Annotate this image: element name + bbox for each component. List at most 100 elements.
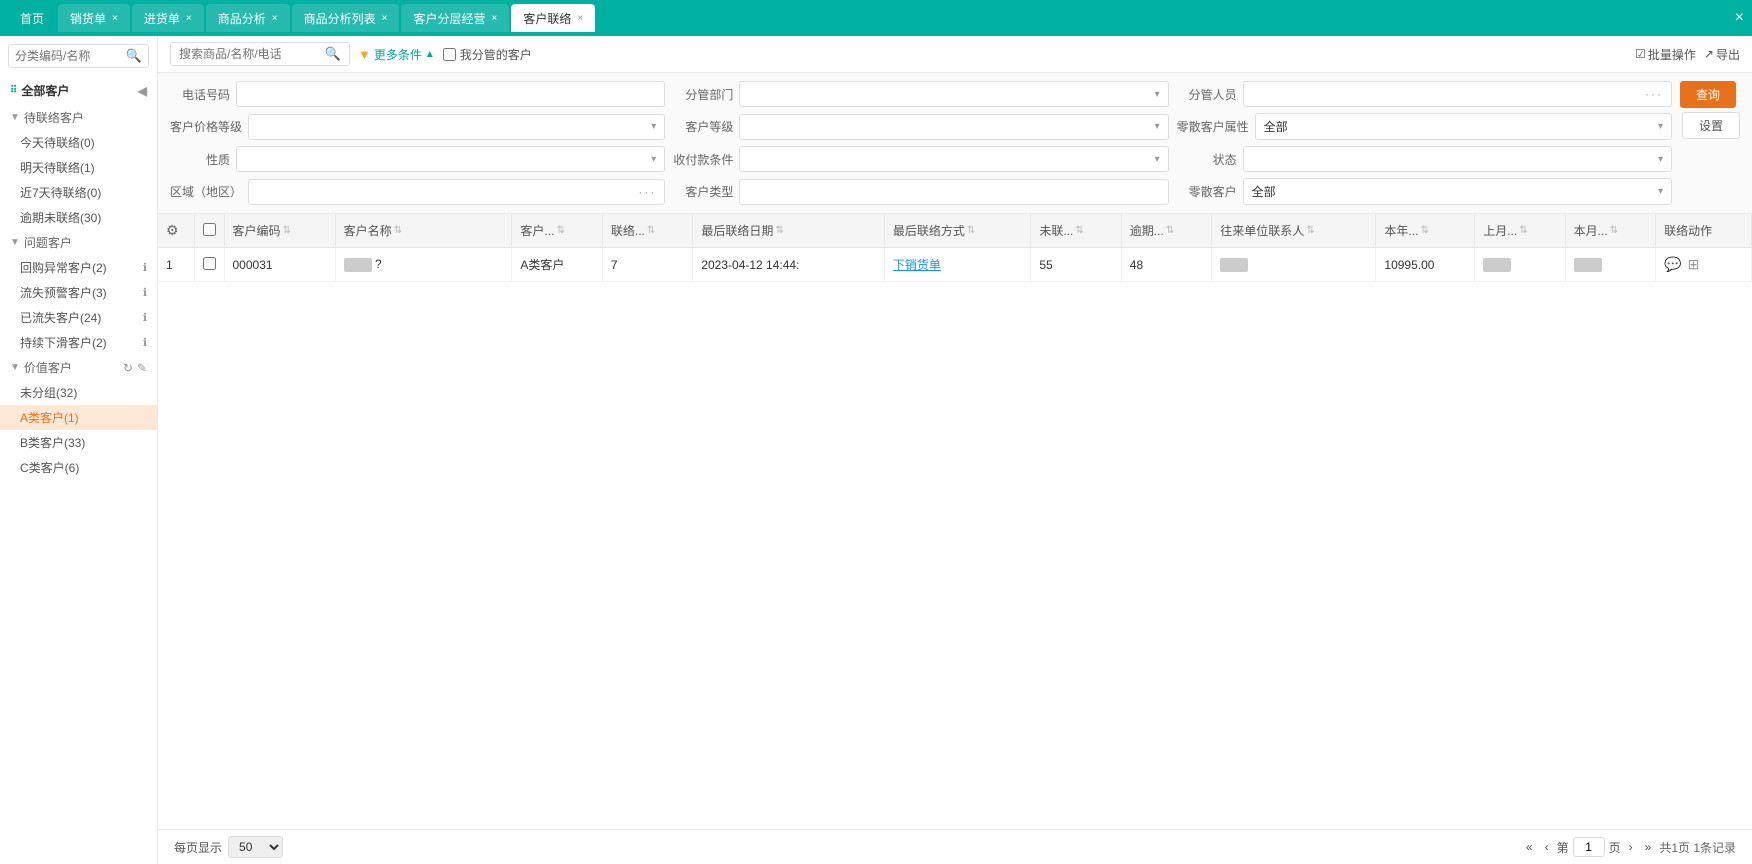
sort-icon[interactable]: ⇅	[556, 225, 564, 236]
edit-icon[interactable]: ✎	[137, 361, 147, 375]
sidebar-item-repurchase-anomaly[interactable]: 回购异常客户(2) ℹ	[0, 255, 157, 280]
payment-input[interactable]: ▾	[739, 146, 1168, 172]
sort-icon[interactable]: ⇅	[1420, 225, 1428, 236]
sidebar-item-declining[interactable]: 持续下滑客户(2) ℹ	[0, 330, 157, 355]
sidebar-item-overdue[interactable]: 逾期未联络(30)	[0, 205, 157, 230]
my-customers-filter[interactable]: 我分管的客户	[443, 46, 532, 63]
export-btn[interactable]: ↗ 导出	[1704, 46, 1740, 63]
retail-cust-input[interactable]: 全部 ▾	[1243, 178, 1672, 205]
sidebar-item-tomorrow[interactable]: 明天待联络(1)	[0, 155, 157, 180]
search-icon[interactable]: 🔍	[126, 48, 142, 64]
dept-input[interactable]: ▾	[739, 81, 1168, 107]
sidebar-section-value[interactable]: ▼ 价值客户 ↻ ✎	[0, 355, 157, 380]
nav-product-analysis-list[interactable]: 商品分析列表 ×	[292, 4, 400, 32]
sort-icon[interactable]: ⇅	[647, 225, 655, 236]
close-icon[interactable]: ×	[577, 13, 583, 24]
nav-sales-order[interactable]: 销货单 ×	[58, 4, 130, 32]
col-action: 联络动作	[1656, 214, 1752, 248]
section-pending-label: 待联络客户	[24, 109, 84, 126]
settings-button[interactable]: 设置	[1682, 112, 1740, 139]
col-last-month-label: 上月...	[1483, 222, 1517, 239]
more-conditions-btn[interactable]: ▼ 更多条件 ▲	[358, 46, 435, 63]
sidebar-section-problem[interactable]: ▼ 问题客户	[0, 230, 157, 255]
sort-icon[interactable]: ⇅	[1166, 225, 1174, 236]
sidebar-collapse-icon[interactable]: ◀	[138, 84, 147, 98]
sidebar-search-box[interactable]: 🔍	[8, 44, 149, 68]
pagination-right: « ‹ 第 页 › » 共1页 1条记录	[1522, 837, 1736, 857]
qr-icon[interactable]: ⊞	[1688, 256, 1700, 273]
sidebar-search-input[interactable]	[15, 49, 122, 63]
next-page-btn[interactable]: ›	[1625, 838, 1637, 856]
close-icon[interactable]: ×	[186, 13, 192, 24]
row-checkbox[interactable]	[203, 257, 216, 270]
my-customers-checkbox[interactable]	[443, 48, 456, 61]
window-close-icon[interactable]: ×	[1735, 9, 1744, 27]
sidebar-item-churned[interactable]: 已流失客户(24) ℹ	[0, 305, 157, 330]
sort-icon[interactable]: ⇅	[1519, 225, 1527, 236]
per-page-select[interactable]: 50 100 200	[228, 836, 283, 858]
phone-input[interactable]	[236, 81, 665, 107]
search-icon[interactable]: 🔍	[325, 46, 341, 62]
sort-icon[interactable]: ⇅	[1306, 225, 1314, 236]
info-icon: ℹ	[143, 311, 147, 324]
close-icon[interactable]: ×	[382, 13, 388, 24]
nav-product-analysis[interactable]: 商品分析 ×	[206, 4, 290, 32]
nav-purchase-order[interactable]: 进货单 ×	[132, 4, 204, 32]
chevron-icon: ▲	[425, 49, 435, 60]
nature-input[interactable]: ▾	[236, 146, 665, 172]
first-page-btn[interactable]: «	[1522, 838, 1537, 856]
filter-search-box[interactable]: 🔍	[170, 42, 350, 66]
chevron-down-icon: ▾	[1155, 154, 1160, 165]
settings-gear-icon[interactable]: ⚙	[166, 222, 179, 238]
region-input[interactable]: ···	[248, 179, 665, 205]
refresh-icon[interactable]: ↻	[123, 361, 133, 375]
status-input[interactable]: ▾	[1243, 146, 1672, 172]
query-button[interactable]: 查询	[1680, 81, 1736, 108]
nav-customer-contact[interactable]: 客户联络 ×	[511, 4, 595, 32]
filter-row-3: 性质 ▾ 收付款条件 ▾	[170, 146, 1672, 172]
close-icon[interactable]: ×	[272, 13, 278, 24]
manager-label: 分管人员	[1177, 86, 1237, 103]
sort-icon[interactable]: ⇅	[775, 225, 783, 236]
sidebar-item-today[interactable]: 今天待联络(0)	[0, 130, 157, 155]
col-this-month: 本月... ⇅	[1565, 214, 1655, 248]
message-icon[interactable]: 💬	[1664, 256, 1681, 273]
close-icon[interactable]: ×	[491, 13, 497, 24]
sort-icon[interactable]: ⇅	[1075, 225, 1083, 236]
sidebar-item-churn-warning[interactable]: 流失预警客户(3) ℹ	[0, 280, 157, 305]
price-level-input[interactable]: ▾	[248, 114, 665, 140]
sort-icon[interactable]: ⇅	[394, 225, 402, 236]
sort-icon[interactable]: ⇅	[1610, 225, 1618, 236]
page-number-input[interactable]	[1573, 837, 1605, 857]
select-all-checkbox[interactable]	[203, 223, 216, 236]
sort-icon[interactable]: ⇅	[967, 225, 975, 236]
retail-attr-input[interactable]: 全部 ▾	[1255, 113, 1672, 140]
sidebar-item-ungroup[interactable]: 未分组(32)	[0, 380, 157, 405]
filter-bar: 🔍 ▼ 更多条件 ▲ 我分管的客户 ☑ 批量操作 ↗ 导出	[158, 36, 1752, 73]
filter-manager: 分管人员 ···	[1177, 81, 1672, 107]
filter-search-input[interactable]	[179, 47, 321, 61]
col-type: 客户... ⇅	[512, 214, 602, 248]
sort-icon[interactable]: ⇅	[283, 225, 291, 236]
batch-op-btn[interactable]: ☑ 批量操作	[1635, 46, 1696, 63]
dots-icon: ···	[1645, 87, 1663, 101]
row-unit-contact	[1212, 248, 1376, 282]
row-name: ?	[335, 248, 512, 282]
last-method-link[interactable]: 下销货单	[893, 258, 941, 272]
sidebar-section-pending[interactable]: ▼ 待联络客户	[0, 105, 157, 130]
manager-input[interactable]: ···	[1243, 81, 1672, 107]
nav-home[interactable]: 首页	[8, 4, 56, 32]
sidebar-item-b-class[interactable]: B类客户(33)	[0, 430, 157, 455]
close-icon[interactable]: ×	[112, 13, 118, 24]
sidebar-all-customers[interactable]: ⠿ 全部客户 ◀	[0, 76, 157, 105]
sidebar-item-a-class[interactable]: A类客户(1)	[0, 405, 157, 430]
cust-type-input[interactable]	[739, 179, 1168, 205]
prev-page-btn[interactable]: ‹	[1541, 838, 1553, 856]
retail-attr-label: 零散客户属性	[1177, 118, 1249, 135]
nav-customer-segment[interactable]: 客户分层经营 ×	[401, 4, 509, 32]
cust-level-input[interactable]: ▾	[739, 114, 1168, 140]
col-overdue-label: 逾期...	[1130, 222, 1164, 239]
last-page-btn[interactable]: »	[1641, 838, 1656, 856]
sidebar-item-c-class[interactable]: C类客户(6)	[0, 455, 157, 480]
sidebar-item-7days[interactable]: 近7天待联络(0)	[0, 180, 157, 205]
